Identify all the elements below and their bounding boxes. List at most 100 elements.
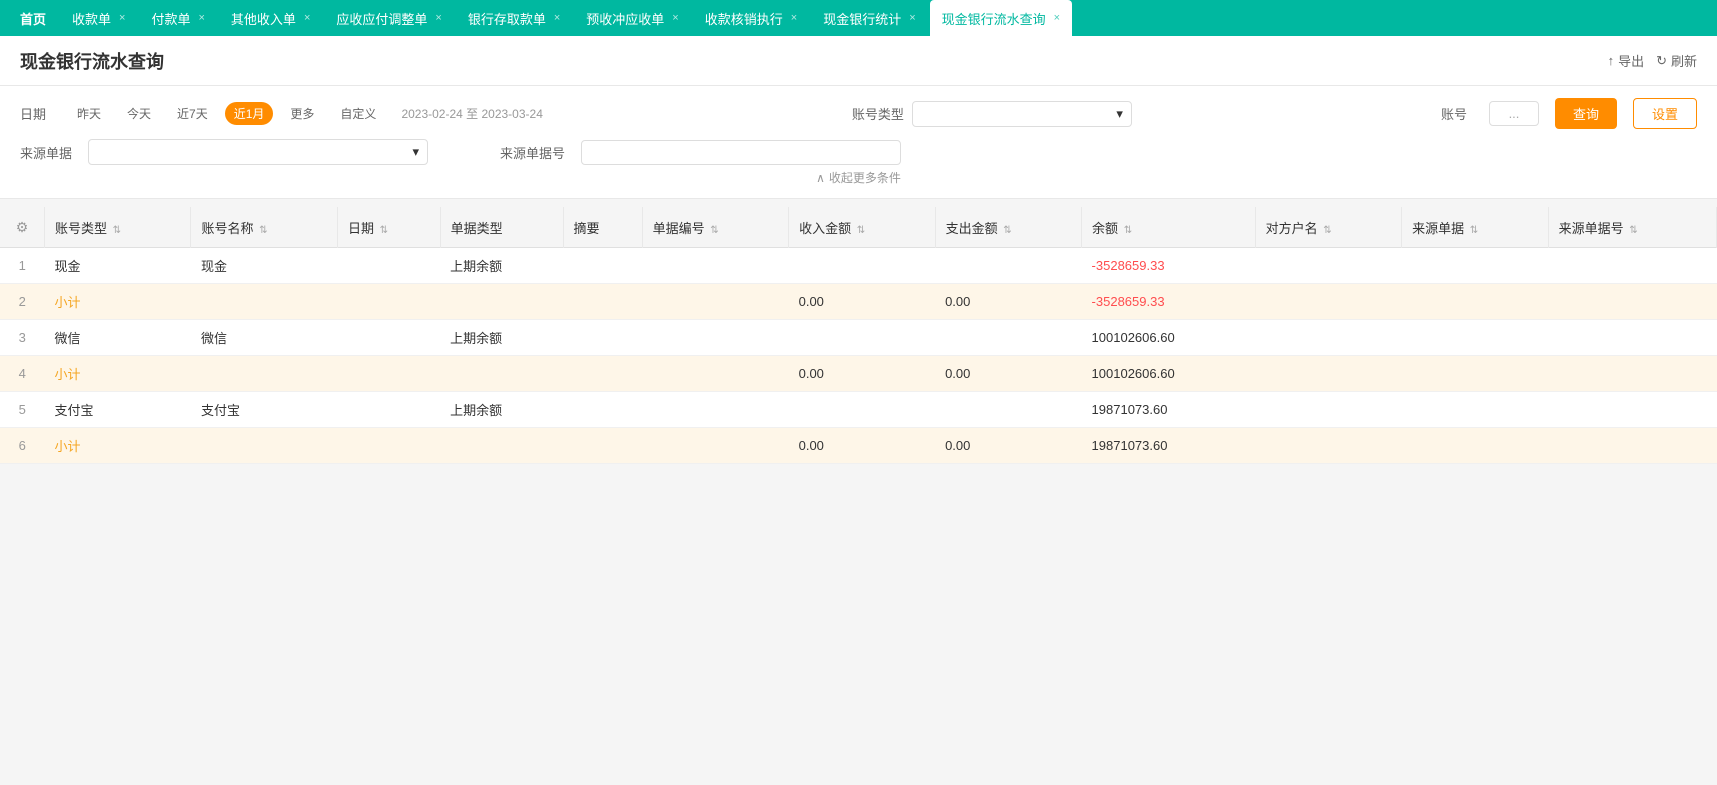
nav-item-write-off[interactable]: 收款核销执行 × bbox=[693, 0, 809, 36]
date-filter-label: 日期 bbox=[20, 104, 60, 123]
col-account-name[interactable]: 账号名称 ⇅ bbox=[191, 207, 337, 248]
cell-expense: 0.00 bbox=[935, 428, 1081, 464]
table-row[interactable]: 3 微信 微信 上期余额 100102606.60 bbox=[0, 320, 1717, 356]
nav-close-prepay[interactable]: × bbox=[672, 12, 678, 24]
source-doc-select[interactable]: ▾ bbox=[88, 139, 428, 165]
nav-prepay-label: 预收冲应收单 bbox=[586, 9, 664, 28]
source-doc-no-input[interactable] bbox=[581, 140, 901, 165]
date-btn-today[interactable]: 今天 bbox=[118, 102, 160, 125]
col-doc-no-label: 单据编号 bbox=[653, 221, 705, 236]
cell-source-doc bbox=[1402, 428, 1548, 464]
nav-item-bank-deposit[interactable]: 银行存取款单 × bbox=[456, 0, 572, 36]
col-account-name-label: 账号名称 bbox=[201, 221, 253, 236]
export-button[interactable]: ↑ 导出 bbox=[1608, 51, 1645, 70]
cell-income bbox=[789, 248, 935, 284]
cell-account-type: 小计 bbox=[45, 284, 191, 320]
table-row[interactable]: 5 支付宝 支付宝 上期余额 19871073.60 bbox=[0, 392, 1717, 428]
sort-source-doc-icon: ⇅ bbox=[1470, 225, 1478, 236]
cell-income bbox=[789, 392, 935, 428]
settings-button[interactable]: 设置 bbox=[1633, 98, 1697, 129]
col-date[interactable]: 日期 ⇅ bbox=[337, 207, 440, 248]
table-row[interactable]: 4 小计 0.00 0.00 100102606.60 bbox=[0, 356, 1717, 392]
cell-expense bbox=[935, 320, 1081, 356]
table-row[interactable]: 1 现金 现金 上期余额 -3528659.33 bbox=[0, 248, 1717, 284]
account-type-select[interactable]: ▾ bbox=[912, 101, 1132, 127]
date-filter-group: 日期 昨天 今天 近7天 近1月 更多 自定义 2023-02-24 至 202… bbox=[20, 102, 543, 125]
col-expense[interactable]: 支出金额 ⇅ bbox=[935, 207, 1081, 248]
cell-doc-type bbox=[440, 356, 563, 392]
cell-doc-type bbox=[440, 428, 563, 464]
nav-bank-flow-label: 现金银行流水查询 bbox=[942, 9, 1046, 28]
col-doc-type[interactable]: 单据类型 bbox=[440, 207, 563, 248]
sort-source-doc-no-icon: ⇅ bbox=[1629, 225, 1637, 236]
collapse-bar[interactable]: ∧ 收起更多条件 bbox=[20, 169, 1697, 186]
cell-source-doc-no bbox=[1548, 392, 1716, 428]
nav-close-receipt[interactable]: × bbox=[119, 12, 125, 24]
cell-counterparty bbox=[1255, 356, 1401, 392]
date-btn-yesterday[interactable]: 昨天 bbox=[68, 102, 110, 125]
nav-item-prepay[interactable]: 预收冲应收单 × bbox=[574, 0, 690, 36]
account-input-trigger[interactable]: ... bbox=[1489, 101, 1539, 126]
col-counterparty[interactable]: 对方户名 ⇅ bbox=[1255, 207, 1401, 248]
source-doc-label: 来源单据 bbox=[20, 143, 72, 162]
export-icon: ↑ bbox=[1608, 53, 1615, 68]
table-row[interactable]: 2 小计 0.00 0.00 -3528659.33 bbox=[0, 284, 1717, 320]
nav-close-bank-deposit[interactable]: × bbox=[554, 12, 560, 24]
col-settings[interactable]: ⚙ bbox=[0, 207, 45, 248]
cell-summary bbox=[563, 320, 642, 356]
date-range-text: 2023-02-24 至 2023-03-24 bbox=[401, 105, 542, 122]
nav-close-payment[interactable]: × bbox=[198, 12, 204, 24]
nav-item-receipt[interactable]: 收款单 × bbox=[60, 0, 137, 36]
sort-income-icon: ⇅ bbox=[857, 225, 865, 236]
nav-bank-deposit-label: 银行存取款单 bbox=[468, 9, 546, 28]
cell-income: 0.00 bbox=[789, 284, 935, 320]
query-button[interactable]: 查询 bbox=[1555, 98, 1617, 129]
table-settings-gear-icon[interactable]: ⚙ bbox=[10, 215, 34, 239]
cell-source-doc bbox=[1402, 392, 1548, 428]
nav-close-other-income[interactable]: × bbox=[304, 12, 310, 24]
cell-balance: 19871073.60 bbox=[1082, 392, 1256, 428]
export-label: 导出 bbox=[1618, 51, 1644, 70]
col-balance-label: 余额 bbox=[1092, 221, 1118, 236]
cell-no: 3 bbox=[0, 320, 45, 356]
col-summary[interactable]: 摘要 bbox=[563, 207, 642, 248]
nav-close-bank-stats[interactable]: × bbox=[909, 12, 915, 24]
date-btn-last1m[interactable]: 近1月 bbox=[225, 102, 274, 125]
col-balance[interactable]: 余额 ⇅ bbox=[1082, 207, 1256, 248]
cell-account-type: 小计 bbox=[45, 428, 191, 464]
cell-expense: 0.00 bbox=[935, 356, 1081, 392]
cell-source-doc bbox=[1402, 356, 1548, 392]
nav-close-ap-adjust[interactable]: × bbox=[435, 12, 441, 24]
refresh-button[interactable]: ↻ 刷新 bbox=[1656, 51, 1697, 70]
cell-date bbox=[337, 320, 440, 356]
col-source-doc-no[interactable]: 来源单据号 ⇅ bbox=[1548, 207, 1716, 248]
nav-item-ap-adjust[interactable]: 应收应付调整单 × bbox=[324, 0, 453, 36]
nav-close-bank-flow[interactable]: × bbox=[1054, 12, 1060, 24]
nav-receipt-label: 收款单 bbox=[72, 9, 111, 28]
date-btn-more[interactable]: 更多 bbox=[281, 102, 323, 125]
date-options: 昨天 今天 近7天 近1月 更多 自定义 bbox=[68, 102, 385, 125]
page-title: 现金银行流水查询 bbox=[20, 48, 164, 74]
table-row[interactable]: 6 小计 0.00 0.00 19871073.60 bbox=[0, 428, 1717, 464]
source-doc-no-label: 来源单据号 bbox=[500, 143, 565, 162]
cell-summary bbox=[563, 248, 642, 284]
page-header: 现金银行流水查询 ↑ 导出 ↻ 刷新 bbox=[0, 36, 1717, 86]
cell-source-doc-no bbox=[1548, 320, 1716, 356]
nav-item-home[interactable]: 首页 bbox=[8, 0, 58, 36]
date-btn-custom[interactable]: 自定义 bbox=[331, 102, 385, 125]
nav-item-bank-stats[interactable]: 现金银行统计 × bbox=[811, 0, 927, 36]
col-source-doc[interactable]: 来源单据 ⇅ bbox=[1402, 207, 1548, 248]
col-income[interactable]: 收入金额 ⇅ bbox=[789, 207, 935, 248]
data-table: ⚙ 账号类型 ⇅ 账号名称 ⇅ 日期 ⇅ 单据类型 摘要 bbox=[0, 207, 1717, 464]
cell-counterparty bbox=[1255, 248, 1401, 284]
nav-item-other-income[interactable]: 其他收入单 × bbox=[219, 0, 322, 36]
date-btn-last7[interactable]: 近7天 bbox=[168, 102, 217, 125]
nav-close-write-off[interactable]: × bbox=[791, 12, 797, 24]
cell-expense bbox=[935, 392, 1081, 428]
col-account-type[interactable]: 账号类型 ⇅ bbox=[45, 207, 191, 248]
nav-item-bank-flow[interactable]: 现金银行流水查询 × bbox=[930, 0, 1072, 36]
col-doc-no[interactable]: 单据编号 ⇅ bbox=[642, 207, 788, 248]
nav-item-payment[interactable]: 付款单 × bbox=[139, 0, 216, 36]
col-expense-label: 支出金额 bbox=[946, 221, 998, 236]
filter-row-2: 来源单据 ▾ 来源单据号 bbox=[20, 139, 1697, 165]
